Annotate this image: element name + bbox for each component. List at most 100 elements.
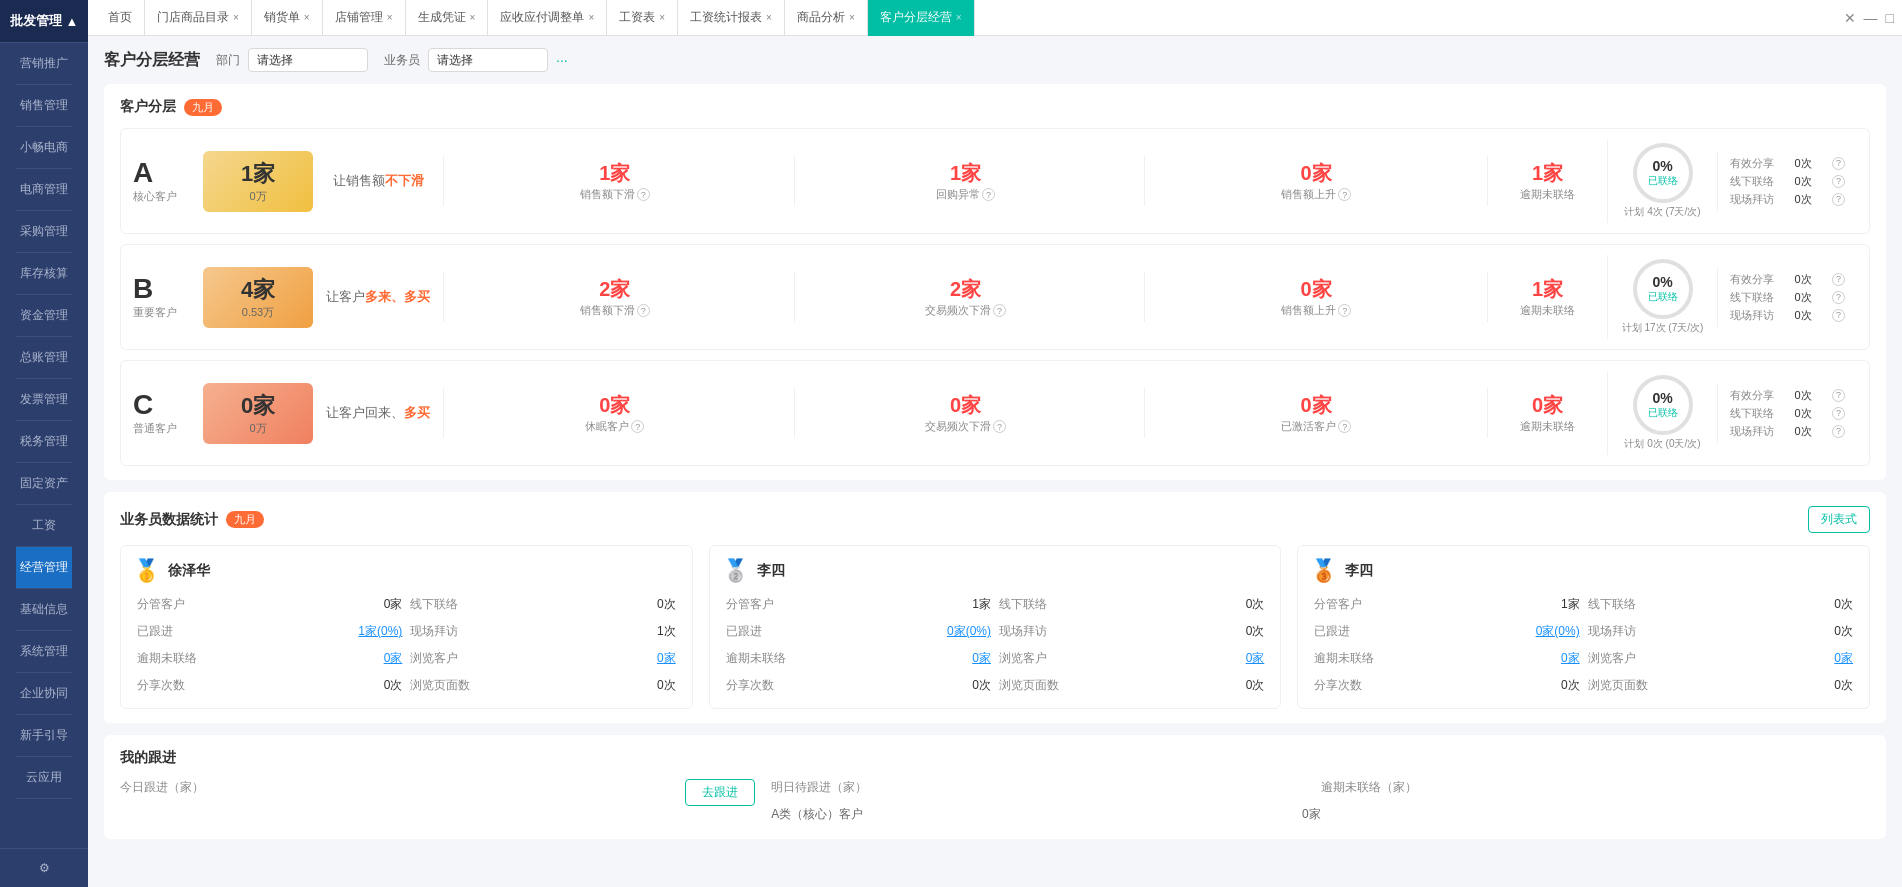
salesperson-card-1: 🥈李四分管客户1家线下联络0次已跟进0家(0%)现场拜访0次逾期未联络0家浏览客… [709,545,1282,709]
sp-stat-val-0-2[interactable]: 1家(0%) [358,623,402,640]
dept-select[interactable]: 请选择 [248,48,368,72]
tier-metric-A-2: 0家销售额上升? [1144,156,1487,206]
tier-count-box-C: 0家0万 [203,383,313,444]
salesperson-card-2: 🥉李四分管客户1家线下联络0次已跟进0家(0%)现场拜访0次逾期未联络0家浏览客… [1297,545,1870,709]
tab-ap-adjust[interactable]: 应收应付调整单 × [488,0,607,36]
tab-close-goods-analysis[interactable]: × [849,12,855,23]
sp-stat-val-2-2[interactable]: 0家(0%) [1536,623,1580,640]
sp-stat-2-6: 分享次数0次 [1310,675,1583,696]
followup-overdue-col: 逾期未联络（家） [1321,779,1870,804]
customer-tier-title: 客户分层 [120,98,176,116]
tab-close-store-manage[interactable]: × [387,12,393,23]
sidebar-item-yingxiao[interactable]: 营销推广 [16,43,72,85]
info-icon-B-2[interactable]: ? [1338,304,1351,317]
sp-stat-val-2-4[interactable]: 0家 [1561,650,1580,667]
sp-medal-1: 🥈 [722,558,749,584]
tier-right-stats-A: 有效分享0次?线下联络0次?现场拜访0次? [1717,152,1857,211]
list-view-button[interactable]: 列表式 [1808,506,1870,533]
sidebar-item-jingying[interactable]: 经营管理 [16,547,72,589]
tab-salary-stat[interactable]: 工资统计报表 × [678,0,785,36]
tier-metric-C-0: 0家休眠客户? [443,388,786,438]
filter-more-icon[interactable]: ··· [556,52,568,68]
sidebar-item-xitong[interactable]: 系统管理 [16,631,72,673]
right-stat-info-A-0[interactable]: ? [1832,157,1845,170]
sidebar-item-kucun[interactable]: 库存核算 [16,253,72,295]
tab-goods-analysis[interactable]: 商品分析 × [785,0,868,36]
circle-gauge-C: 0%已联络 [1633,375,1693,435]
tab-close-gen-voucher[interactable]: × [470,12,476,23]
info-icon-C-1[interactable]: ? [993,420,1006,433]
sidebar-item-yun[interactable]: 云应用 [16,757,72,799]
sidebar-item-xiaodiandian[interactable]: 小畅电商 [16,127,72,169]
sp-stat-val-0-5[interactable]: 0家 [657,650,676,667]
sp-stat-2-3: 现场拜访0次 [1584,621,1857,642]
customer-tier-month: 九月 [184,99,222,116]
right-stat-info-B-0[interactable]: ? [1832,273,1845,286]
info-icon-C-0[interactable]: ? [631,420,644,433]
right-stat-info-B-1[interactable]: ? [1832,291,1845,304]
right-stat-info-B-2[interactable]: ? [1832,309,1845,322]
tier-circle-B: 0%已联络计划 17次 (7天/次) [1607,255,1717,339]
sp-stat-val-2-5[interactable]: 0家 [1834,650,1853,667]
sidebar-item-jichu[interactable]: 基础信息 [16,589,72,631]
sidebar-item-zijin[interactable]: 资金管理 [16,295,72,337]
tab-label-goods-analysis: 商品分析 [797,9,845,26]
dept-label: 部门 [216,52,240,69]
tab-close-ap-adjust[interactable]: × [588,12,594,23]
sp-stat-val-1-2[interactable]: 0家(0%) [947,623,991,640]
salesperson-select[interactable]: 请选择 [428,48,548,72]
dept-filter-group: 部门 请选择 [216,48,368,72]
right-stat-row-C-2: 现场拜访0次? [1730,424,1845,439]
window-max-icon[interactable]: □ [1886,10,1894,26]
right-stat-row-C-0: 有效分享0次? [1730,388,1845,403]
right-stat-info-A-2[interactable]: ? [1832,193,1845,206]
window-close-icon[interactable]: ✕ [1844,10,1856,26]
sidebar-item-dianshanglr[interactable]: 电商管理 [16,169,72,211]
sidebar-header[interactable]: 批发管理 ▲ [0,0,88,43]
tab-customer-tier[interactable]: 客户分层经营 × [868,0,975,36]
sidebar-item-xinshou[interactable]: 新手引导 [16,715,72,757]
window-min-icon[interactable]: — [1864,10,1878,26]
tab-home[interactable]: 首页 [96,0,145,36]
tab-salary[interactable]: 工资表 × [607,0,678,36]
tab-close-salary-stat[interactable]: × [766,12,772,23]
tier-contact-C: 0家逾期未联络 [1487,388,1607,438]
sp-stat-val-1-5[interactable]: 0家 [1246,650,1265,667]
right-stat-info-C-1[interactable]: ? [1832,407,1845,420]
sidebar-gear-icon[interactable]: ⚙ [0,848,88,887]
sidebar-item-fapiao[interactable]: 发票管理 [16,379,72,421]
right-stat-info-C-2[interactable]: ? [1832,425,1845,438]
info-icon-A-2[interactable]: ? [1338,188,1351,201]
sidebar-item-qiye[interactable]: 企业协同 [16,673,72,715]
sp-stat-val-1-4[interactable]: 0家 [972,650,991,667]
info-icon-B-1[interactable]: ? [993,304,1006,317]
tab-store-goods[interactable]: 门店商品目录 × [145,0,252,36]
sp-stat-val-0-3: 1次 [657,623,676,640]
sidebar-item-shuiwu[interactable]: 税务管理 [16,421,72,463]
right-stat-row-B-2: 现场拜访0次? [1730,308,1845,323]
tab-close-customer-tier[interactable]: × [956,12,962,23]
info-icon-C-2[interactable]: ? [1338,420,1351,433]
tab-close-store-goods[interactable]: × [233,12,239,23]
sp-stat-val-0-4[interactable]: 0家 [384,650,403,667]
sidebar-item-gudingzc[interactable]: 固定资产 [16,463,72,505]
sidebar-item-caigou[interactable]: 采购管理 [16,211,72,253]
info-icon-B-0[interactable]: ? [637,304,650,317]
tab-sale-order[interactable]: 销货单 × [252,0,323,36]
right-stat-info-C-0[interactable]: ? [1832,389,1845,402]
tab-close-salary[interactable]: × [659,12,665,23]
page-header: 客户分层经营 部门 请选择 业务员 请选择 ··· [104,48,1886,72]
tier-name-C: 普通客户 [133,421,203,436]
sidebar-item-xiaoshou[interactable]: 销售管理 [16,85,72,127]
tab-store-manage[interactable]: 店铺管理 × [323,0,406,36]
sidebar-item-zongzhang[interactable]: 总账管理 [16,337,72,379]
tab-gen-voucher[interactable]: 生成凭证 × [406,0,489,36]
followup-title: 我的跟进 [120,749,176,767]
tab-close-sale-order[interactable]: × [304,12,310,23]
info-icon-A-0[interactable]: ? [637,188,650,201]
sidebar-item-gongzi[interactable]: 工资 [16,505,72,547]
goto-followup-button[interactable]: 去跟进 [685,779,755,806]
sp-stat-0-4: 逾期未联络0家 [133,648,406,669]
info-icon-A-1[interactable]: ? [982,188,995,201]
right-stat-info-A-1[interactable]: ? [1832,175,1845,188]
